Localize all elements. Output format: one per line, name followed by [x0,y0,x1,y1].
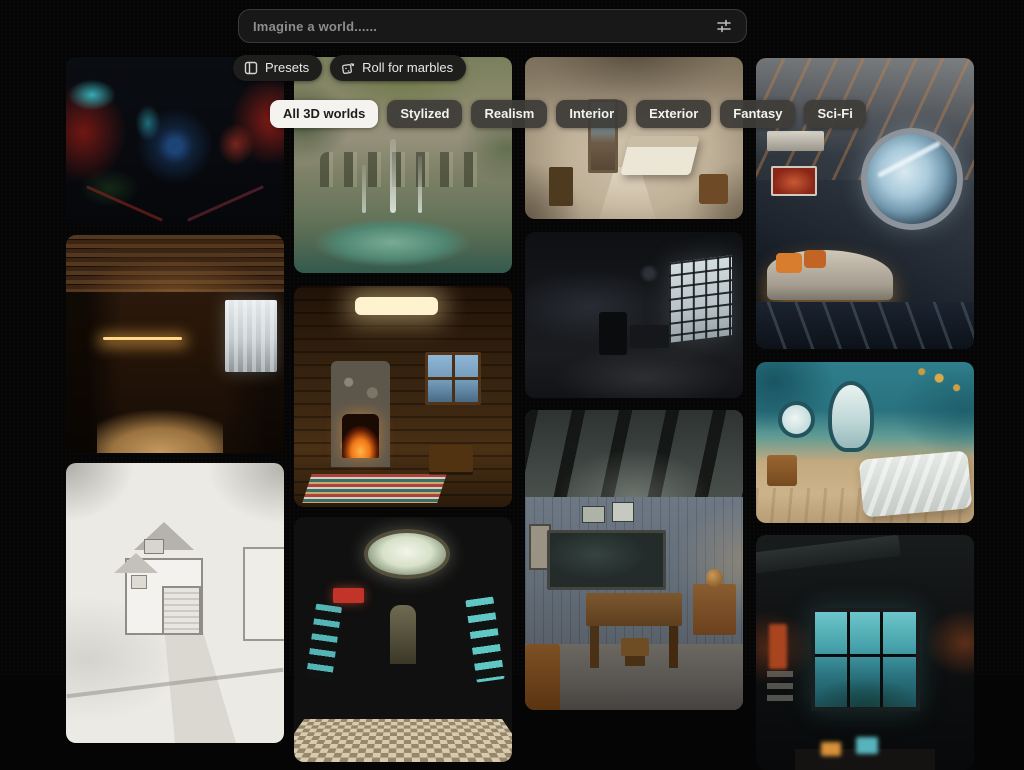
gallery-column-1 [66,57,284,743]
filter-chip-stylized[interactable]: Stylized [387,100,462,128]
garden-waterfall-2 [418,156,422,212]
gallery-tile-cave-bedroom[interactable] [525,57,743,219]
cabin-table [429,445,473,472]
cave-chest [699,174,727,205]
gallery-tile-wooden-kitchen[interactable] [66,235,284,453]
fantasy-chest [767,455,798,486]
corridor-rail-left [86,185,163,221]
classroom-teacher-desk [586,593,682,626]
classroom-blackboard [547,530,666,590]
spaceship-shelf [767,131,824,151]
dice-icon [341,61,355,75]
corridor-rail-right [187,185,264,221]
classroom-desk-leg-left [590,626,599,668]
fantasy-round-window-large [828,381,874,452]
spaceship-pillow-2 [804,250,826,267]
gallery-column-3 [525,57,743,710]
cave-chair [549,167,573,206]
presets-label: Presets [265,60,309,75]
cabin-fire [342,414,379,458]
classroom-stool [621,638,649,656]
filter-chip-fantasy[interactable]: Fantasy [720,100,795,128]
gallery-tile-classroom[interactable] [525,410,743,710]
arcade-screens-left [306,604,342,680]
cave-floor-runner [599,167,656,219]
spaceship-screen [771,166,816,196]
classroom-dresser [693,584,737,635]
spaceship-pillow-1 [776,253,802,273]
gallery-tile-abandoned-room[interactable] [525,232,743,398]
fantasy-bed [858,451,972,518]
spaceship-floor-track [756,302,974,349]
garden-waterfall-1 [390,139,396,212]
night-room-window [811,608,920,711]
gallery-tile-terraced-garden[interactable] [294,57,512,273]
classroom-picture-1 [582,506,606,523]
arcade-checkered-floor [294,719,512,762]
roll-for-marbles-label: Roll for marbles [362,60,453,75]
cabin-ceiling-lamp [355,297,438,315]
night-room-pictures [767,671,793,704]
filter-chip-realism[interactable]: Realism [471,100,547,128]
filter-chip-row: All 3D worlds Stylized Realism Interior … [270,100,866,128]
sliders-icon [716,18,732,34]
cabin-window [425,352,481,404]
gallery-tile-log-cabin[interactable] [294,286,512,507]
abandoned-room-chandelier [638,265,660,282]
night-room-ceiling-beam [756,535,901,575]
night-room-lamp-glow [821,742,841,756]
layout-panel-icon [244,61,258,75]
classroom-front-chair [525,644,560,710]
classroom-picture-2 [612,502,634,522]
cave-bed [620,136,699,175]
roll-for-marbles-button[interactable]: Roll for marbles [330,55,466,81]
filter-chip-scifi[interactable]: Sci-Fi [804,100,865,128]
prompt-settings-button[interactable] [714,16,734,36]
kitchen-window [225,300,277,372]
arcade-archway [390,605,416,664]
spaceship-porthole-window [861,128,963,230]
garden-arches [320,152,486,187]
prompt-bar [238,9,747,43]
filter-chip-all-3d-worlds[interactable]: All 3D worlds [270,100,378,128]
arcade-neon-sign [333,588,364,603]
kitchen-floor [97,409,223,453]
gallery-tile-night-room[interactable] [756,535,974,770]
gallery-tile-fantasy-bedroom[interactable] [756,362,974,523]
kitchen-ceiling [66,235,284,292]
arcade-dome-skylight [364,529,450,579]
gallery-tile-sketch-house[interactable] [66,463,284,743]
sketch-garage-door [162,586,201,635]
fantasy-round-window-small [778,401,815,438]
classroom-beamed-ceiling [525,410,743,497]
abandoned-room-window [669,255,732,342]
night-room-poster [769,624,786,669]
presets-button[interactable]: Presets [233,55,322,81]
gallery-column-4 [756,57,974,770]
classroom-desk-leg-right [669,626,678,668]
night-room-screen-glow [856,737,878,753]
sketch-window-upper [144,539,164,554]
sketch-window-lower [131,575,147,589]
filter-chip-interior[interactable]: Interior [556,100,627,128]
gallery-tile-arcade-hall[interactable] [294,517,512,762]
gallery-tile-cyberpunk-corridor[interactable] [66,57,284,225]
sketch-roof-gable-left [114,553,158,573]
sketch-neighbor-house [243,547,284,641]
filter-chip-exterior[interactable]: Exterior [636,100,711,128]
gallery-column-2 [294,57,512,762]
garden-waterfall-3 [362,165,366,213]
sketch-driveway [149,631,236,743]
world-gallery-page: { "prompt_bar": { "placeholder": "Imagin… [0,0,1024,676]
abandoned-room-table [630,325,669,348]
abandoned-room-armchair [599,312,627,355]
cabin-striped-rug [302,474,446,503]
kitchen-light-strip [103,337,181,340]
prompt-input[interactable] [251,18,714,35]
toolbar: Presets Roll for marbles [233,55,466,81]
arcade-screens-right [465,596,505,682]
